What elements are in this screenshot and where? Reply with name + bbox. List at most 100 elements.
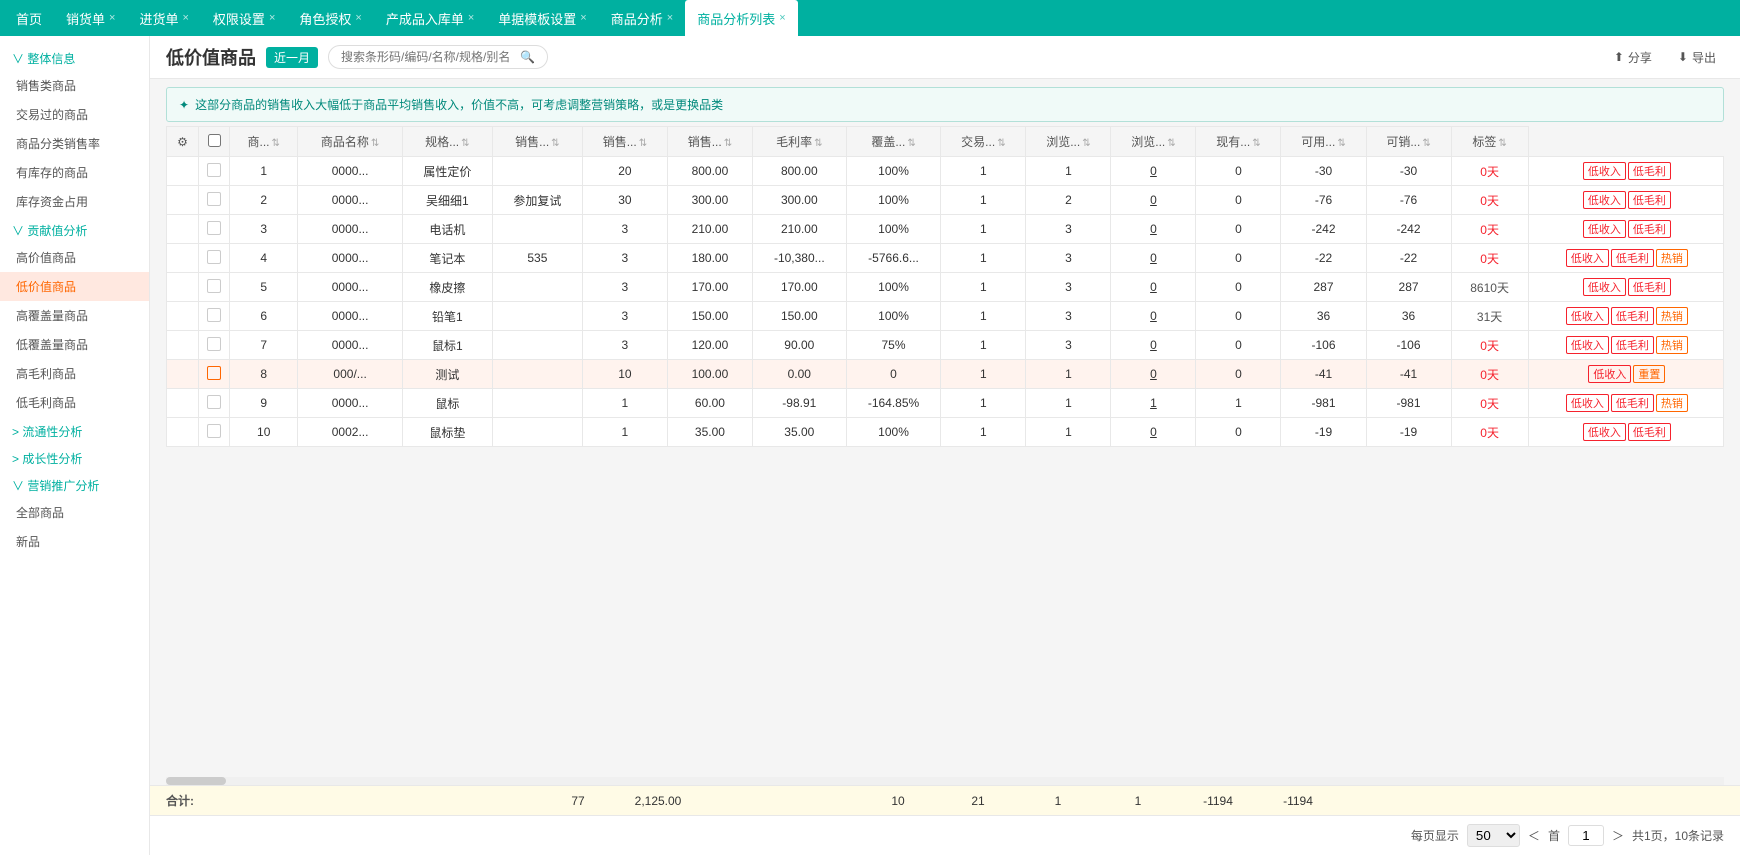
th-profit-rate[interactable]: 毛利率⇅ [752, 127, 846, 157]
sidebar-item-high-profit[interactable]: 高毛利商品 [0, 359, 149, 388]
nav-roles[interactable]: 角色授权 × [287, 0, 373, 36]
browse-link[interactable]: 0 [1150, 367, 1157, 381]
sidebar-item-high-value[interactable]: 高价值商品 [0, 243, 149, 272]
browse-link[interactable]: 0 [1150, 164, 1157, 178]
scrollbar-thumb[interactable] [166, 777, 226, 785]
row-checkbox[interactable] [207, 192, 221, 206]
page-prev-btn[interactable]: ＜ [1528, 827, 1540, 844]
nav-permissions-close[interactable]: × [269, 12, 275, 24]
td-check[interactable] [199, 157, 230, 186]
th-tags[interactable]: 标签⇅ [1451, 127, 1528, 157]
sidebar-item-low-profit[interactable]: 低毛利商品 [0, 388, 149, 417]
td-b1[interactable]: 0 [1111, 418, 1196, 447]
td-b1[interactable]: 0 [1111, 215, 1196, 244]
scrollbar-track[interactable] [166, 777, 1724, 785]
browse-link[interactable]: 1 [1150, 396, 1157, 410]
nav-template[interactable]: 单据模板设置 × [486, 0, 598, 36]
td-b1[interactable]: 1 [1111, 389, 1196, 418]
sidebar-group-flow[interactable]: > 流通性分析 [0, 417, 149, 444]
page-next-btn[interactable]: ＞ [1612, 827, 1624, 844]
row-checkbox[interactable] [207, 395, 221, 409]
th-settings[interactable]: ⚙ [167, 127, 199, 157]
td-check[interactable] [199, 418, 230, 447]
nav-goods-analysis[interactable]: 商品分析 × [599, 0, 685, 36]
sidebar-item-stock-goods[interactable]: 有库存的商品 [0, 158, 149, 187]
sidebar-item-low-value[interactable]: 低价值商品 [0, 272, 149, 301]
browse-link[interactable]: 0 [1150, 222, 1157, 236]
td-b1[interactable]: 0 [1111, 273, 1196, 302]
th-browse2[interactable]: 浏览...⇅ [1111, 127, 1196, 157]
td-b1[interactable]: 0 [1111, 302, 1196, 331]
row-checkbox[interactable] [207, 308, 221, 322]
td-check[interactable] [199, 389, 230, 418]
browse-link[interactable]: 0 [1150, 425, 1157, 439]
td-check[interactable] [199, 302, 230, 331]
row-checkbox[interactable] [207, 337, 221, 351]
nav-sales-close[interactable]: × [109, 12, 115, 24]
date-badge[interactable]: 近一月 [266, 47, 318, 68]
sidebar-item-stock-capital[interactable]: 库存资金占用 [0, 187, 149, 216]
sidebar-group-marketing[interactable]: ∨ 营销推广分析 [0, 471, 149, 498]
td-check[interactable] [199, 215, 230, 244]
nav-goods-list-close[interactable]: × [779, 12, 785, 24]
td-check[interactable] [199, 360, 230, 389]
th-code[interactable]: 商...⇅ [230, 127, 298, 157]
row-checkbox[interactable] [207, 279, 221, 293]
td-b1[interactable]: 0 [1111, 360, 1196, 389]
nav-goods-list[interactable]: 商品分析列表 × [685, 0, 797, 36]
th-sales2[interactable]: 销售...⇅ [582, 127, 667, 157]
browse-link[interactable]: 0 [1150, 280, 1157, 294]
nav-sales[interactable]: 销货单 × [54, 0, 127, 36]
th-available-stock[interactable]: 可用...⇅ [1281, 127, 1366, 157]
td-check[interactable] [199, 186, 230, 215]
td-check[interactable] [199, 244, 230, 273]
nav-template-close[interactable]: × [580, 12, 586, 24]
row-checkbox[interactable] [207, 221, 221, 235]
sidebar-item-sales-goods[interactable]: 销售类商品 [0, 71, 149, 100]
page-number-input[interactable] [1568, 825, 1604, 846]
browse-link[interactable]: 0 [1150, 193, 1157, 207]
nav-roles-close[interactable]: × [355, 12, 361, 24]
browse-link[interactable]: 0 [1150, 309, 1157, 323]
sidebar-item-new-goods[interactable]: 新品 [0, 527, 149, 556]
row-checkbox[interactable] [207, 424, 221, 438]
nav-stock-in[interactable]: 产成品入库单 × [374, 0, 486, 36]
sidebar-group-growth[interactable]: > 成长性分析 [0, 444, 149, 471]
sidebar-item-high-coverage[interactable]: 高覆盖量商品 [0, 301, 149, 330]
nav-purchase[interactable]: 进货单 × [127, 0, 200, 36]
td-b1[interactable]: 0 [1111, 157, 1196, 186]
nav-home[interactable]: 首页 [4, 0, 54, 36]
browse-link[interactable]: 0 [1150, 338, 1157, 352]
nav-purchase-close[interactable]: × [182, 12, 188, 24]
th-check[interactable] [199, 127, 230, 157]
sidebar-item-traded-goods[interactable]: 交易过的商品 [0, 100, 149, 129]
td-check[interactable] [199, 273, 230, 302]
td-b1[interactable]: 0 [1111, 244, 1196, 273]
sidebar-group-overall[interactable]: ∨ 整体信息 [0, 44, 149, 71]
td-b1[interactable]: 0 [1111, 331, 1196, 360]
nav-stock-in-close[interactable]: × [468, 12, 474, 24]
sidebar-item-all-goods[interactable]: 全部商品 [0, 498, 149, 527]
browse-link[interactable]: 0 [1150, 251, 1157, 265]
nav-goods-analysis-close[interactable]: × [667, 12, 673, 24]
th-current-stock[interactable]: 现有...⇅ [1196, 127, 1281, 157]
nav-permissions[interactable]: 权限设置 × [201, 0, 287, 36]
search-icon[interactable]: 🔍 [520, 50, 535, 64]
th-name[interactable]: 商品名称⇅ [298, 127, 402, 157]
td-check[interactable] [199, 331, 230, 360]
th-sales3[interactable]: 销售...⇅ [667, 127, 752, 157]
th-sales1[interactable]: 销售...⇅ [492, 127, 582, 157]
th-saleable-stock[interactable]: 可销...⇅ [1366, 127, 1451, 157]
export-button[interactable]: ⬇ 导出 [1670, 45, 1724, 70]
check-all[interactable] [208, 134, 221, 147]
row-checkbox[interactable] [207, 163, 221, 177]
th-browse1[interactable]: 浏览...⇅ [1026, 127, 1111, 157]
row-checkbox[interactable] [207, 366, 221, 380]
sidebar-item-low-coverage[interactable]: 低覆盖量商品 [0, 330, 149, 359]
per-page-select[interactable]: 50 100 200 [1467, 824, 1520, 847]
th-trade[interactable]: 交易...⇅ [941, 127, 1026, 157]
th-spec[interactable]: 规格...⇅ [402, 127, 492, 157]
row-checkbox[interactable] [207, 250, 221, 264]
td-b1[interactable]: 0 [1111, 186, 1196, 215]
sidebar-group-contribution[interactable]: ∨ 贡献值分析 [0, 216, 149, 243]
